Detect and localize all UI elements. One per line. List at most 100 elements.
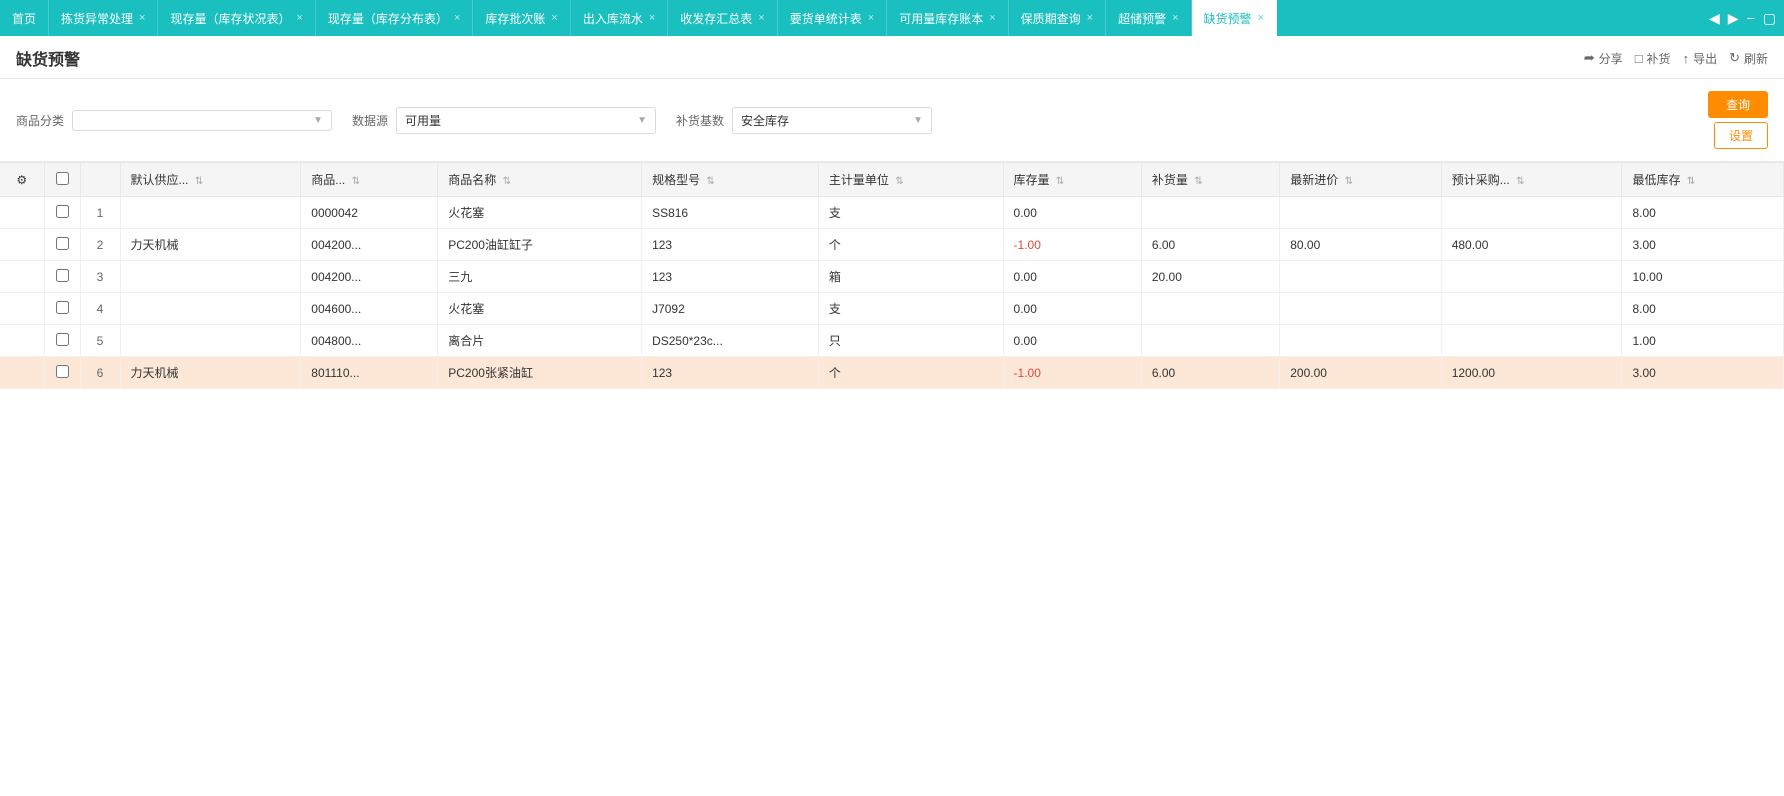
row-checkbox[interactable] bbox=[56, 333, 69, 346]
datasource-select[interactable]: 可用量 ▼ bbox=[396, 107, 656, 134]
row-name-cell: 火花塞 bbox=[438, 293, 642, 325]
row-spec-cell: SS816 bbox=[642, 197, 819, 229]
tab-expiry[interactable]: 保质期查询 × bbox=[1009, 0, 1106, 36]
th-unit[interactable]: 主计量单位 ⇅ bbox=[818, 163, 1003, 197]
category-filter-group: 商品分类 ▼ bbox=[16, 110, 332, 131]
tab-shortage[interactable]: 缺货预警 × bbox=[1192, 0, 1277, 36]
settings-button[interactable]: 设置 bbox=[1714, 122, 1768, 149]
select-all-checkbox[interactable] bbox=[56, 172, 69, 185]
replenish-button[interactable]: □ 补货 bbox=[1635, 50, 1671, 67]
th-checkbox[interactable] bbox=[44, 163, 80, 197]
tab-batch-close[interactable]: × bbox=[551, 12, 557, 24]
row-checkbox-cell[interactable] bbox=[44, 197, 80, 229]
th-gear[interactable]: ⚙ bbox=[0, 163, 44, 197]
tab-inout-flow[interactable]: 出入库流水 × bbox=[571, 0, 668, 36]
row-stock-cell: 0.00 bbox=[1003, 261, 1141, 293]
sort-unit-icon: ⇅ bbox=[895, 176, 903, 187]
tab-recv-summary[interactable]: 收发存汇总表 × bbox=[668, 0, 777, 36]
th-rownum bbox=[80, 163, 120, 197]
tab-minimize-btn[interactable]: − bbox=[1743, 10, 1759, 26]
page-header: 缺货预警 ➦ 分享 □ 补货 ↑ 导出 ↻ 刷新 bbox=[0, 36, 1784, 79]
row-checkbox-cell[interactable] bbox=[44, 261, 80, 293]
tab-exception-close[interactable]: × bbox=[139, 12, 145, 24]
tab-inventory-dist[interactable]: 现存量（库存分布表） × bbox=[316, 0, 473, 36]
tab-overstock[interactable]: 超储预警 × bbox=[1106, 0, 1191, 36]
row-replenish-cell bbox=[1141, 325, 1279, 357]
tab-avail-ledger-close[interactable]: × bbox=[989, 12, 995, 24]
row-checkbox[interactable] bbox=[56, 205, 69, 218]
export-button[interactable]: ↑ 导出 bbox=[1683, 50, 1718, 67]
row-name-cell: 离合片 bbox=[438, 325, 642, 357]
row-checkbox-cell[interactable] bbox=[44, 229, 80, 261]
category-select[interactable]: ▼ bbox=[72, 110, 332, 131]
share-button[interactable]: ➦ 分享 bbox=[1584, 50, 1623, 67]
filter-bar: 商品分类 ▼ 数据源 可用量 ▼ 补货基数 安全库存 ▼ 查询 设置 bbox=[0, 79, 1784, 162]
th-default-supplier[interactable]: 默认供应... ⇅ bbox=[120, 163, 301, 197]
tab-shortage-close[interactable]: × bbox=[1258, 12, 1264, 24]
th-min-stock[interactable]: 最低库存 ⇅ bbox=[1622, 163, 1784, 197]
th-spec[interactable]: 规格型号 ⇅ bbox=[642, 163, 819, 197]
row-checkbox-cell[interactable] bbox=[44, 293, 80, 325]
th-est-purchase[interactable]: 预计采购... ⇅ bbox=[1441, 163, 1622, 197]
sort-product-name-icon: ⇅ bbox=[503, 176, 511, 187]
tab-demand-stat-close[interactable]: × bbox=[868, 12, 874, 24]
row-min-stock-cell: 8.00 bbox=[1622, 197, 1784, 229]
replenish-base-filter-group: 补货基数 安全库存 ▼ bbox=[676, 107, 932, 134]
tab-home[interactable]: 首页 bbox=[0, 0, 49, 36]
row-code-cell: 004200... bbox=[301, 261, 438, 293]
tab-inventory-dist-close[interactable]: × bbox=[454, 12, 460, 24]
table-row: 4 004600... 火花塞 J7092 支 0.00 8.00 bbox=[0, 293, 1784, 325]
row-supplier-cell: 力天机械 bbox=[120, 229, 301, 261]
row-checkbox[interactable] bbox=[56, 237, 69, 250]
tab-next-btn[interactable]: ▶ bbox=[1724, 10, 1743, 27]
row-min-stock-cell: 3.00 bbox=[1622, 229, 1784, 261]
row-spec-cell: 123 bbox=[642, 261, 819, 293]
row-spec-cell: 123 bbox=[642, 229, 819, 261]
tab-recv-summary-close[interactable]: × bbox=[758, 12, 764, 24]
th-product-code[interactable]: 商品... ⇅ bbox=[301, 163, 438, 197]
row-num-cell: 3 bbox=[80, 261, 120, 293]
query-button[interactable]: 查询 bbox=[1708, 91, 1768, 118]
tab-avail-ledger[interactable]: 可用量库存账本 × bbox=[887, 0, 1008, 36]
sort-replenish-qty-icon: ⇅ bbox=[1194, 176, 1202, 187]
row-checkbox[interactable] bbox=[56, 301, 69, 314]
row-checkbox[interactable] bbox=[56, 269, 69, 282]
tab-inventory-status-close[interactable]: × bbox=[296, 12, 302, 24]
th-latest-price[interactable]: 最新进价 ⇅ bbox=[1280, 163, 1441, 197]
tab-batch[interactable]: 库存批次账 × bbox=[473, 0, 570, 36]
row-num-cell: 1 bbox=[80, 197, 120, 229]
row-replenish-cell: 20.00 bbox=[1141, 261, 1279, 293]
replenish-base-select[interactable]: 安全库存 ▼ bbox=[732, 107, 932, 134]
row-supplier-cell bbox=[120, 197, 301, 229]
row-unit-cell: 支 bbox=[818, 197, 1003, 229]
row-spec-cell: 123 bbox=[642, 357, 819, 389]
row-replenish-cell: 6.00 bbox=[1141, 229, 1279, 261]
th-replenish-qty[interactable]: 补货量 ⇅ bbox=[1141, 163, 1279, 197]
row-checkbox[interactable] bbox=[56, 365, 69, 378]
row-unit-cell: 箱 bbox=[818, 261, 1003, 293]
table-row: 5 004800... 离合片 DS250*23c... 只 0.00 1.00 bbox=[0, 325, 1784, 357]
tab-prev-btn[interactable]: ◀ bbox=[1705, 10, 1724, 27]
tab-overstock-close[interactable]: × bbox=[1172, 12, 1178, 24]
row-checkbox-cell[interactable] bbox=[44, 325, 80, 357]
tab-maximize-btn[interactable]: ▢ bbox=[1759, 10, 1780, 27]
tab-exception[interactable]: 拣货异常处理 × bbox=[49, 0, 158, 36]
th-product-name[interactable]: 商品名称 ⇅ bbox=[438, 163, 642, 197]
tab-inout-flow-close[interactable]: × bbox=[649, 12, 655, 24]
sort-default-supplier-icon: ⇅ bbox=[195, 176, 203, 187]
row-latest-price-cell: 80.00 bbox=[1280, 229, 1441, 261]
row-latest-price-cell bbox=[1280, 261, 1441, 293]
tab-demand-stat[interactable]: 要货单统计表 × bbox=[778, 0, 887, 36]
main-content: 缺货预警 ➦ 分享 □ 补货 ↑ 导出 ↻ 刷新 商品分类 bbox=[0, 36, 1784, 796]
refresh-button[interactable]: ↻ 刷新 bbox=[1729, 50, 1768, 67]
row-est-purchase-cell bbox=[1441, 293, 1622, 325]
tab-expiry-close[interactable]: × bbox=[1087, 12, 1093, 24]
row-gear-cell bbox=[0, 357, 44, 389]
row-stock-cell: 0.00 bbox=[1003, 325, 1141, 357]
tab-inventory-status[interactable]: 现存量（库存状况表） × bbox=[158, 0, 315, 36]
row-stock-cell: -1.00 bbox=[1003, 357, 1141, 389]
sort-spec-icon: ⇅ bbox=[706, 176, 714, 187]
table-body: 1 0000042 火花塞 SS816 支 0.00 8.00 2 力天机械 0… bbox=[0, 197, 1784, 389]
row-checkbox-cell[interactable] bbox=[44, 357, 80, 389]
th-stock-qty[interactable]: 库存量 ⇅ bbox=[1003, 163, 1141, 197]
